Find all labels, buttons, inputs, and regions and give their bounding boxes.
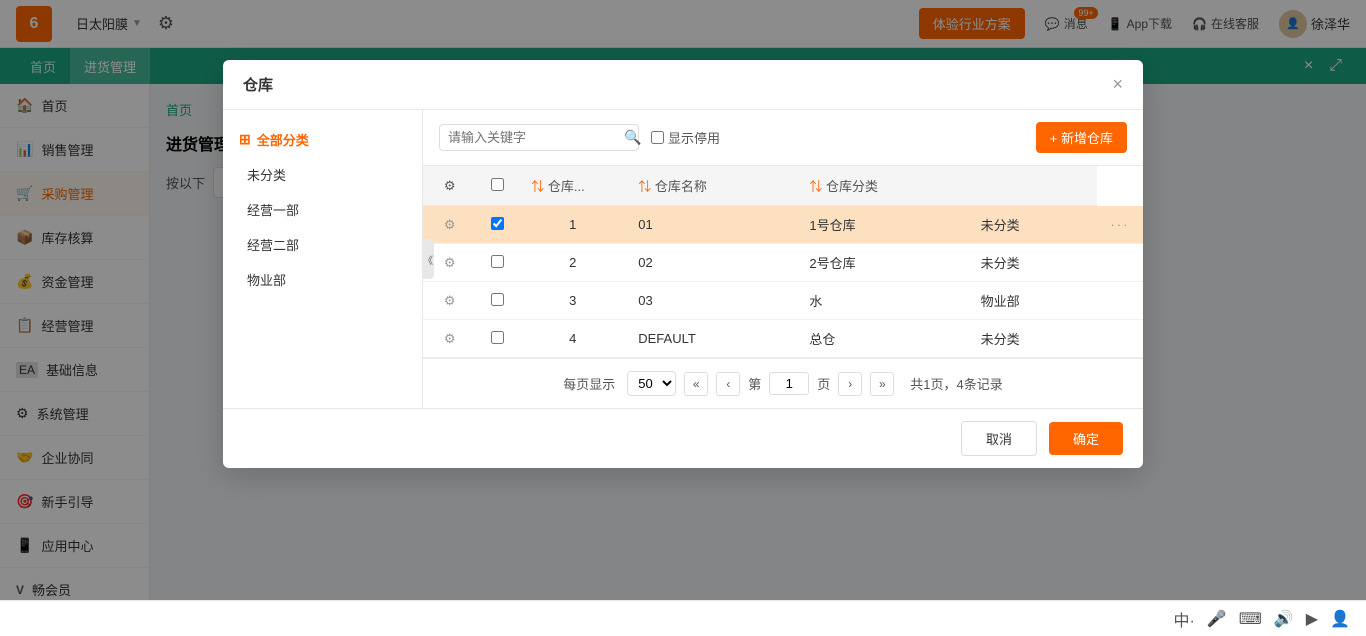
search-icon[interactable]: 🔍 [624, 129, 641, 146]
grid-icon: ⊞ [239, 131, 251, 148]
page-last-btn[interactable]: » [870, 372, 894, 396]
pagination: 每页显示 50 « ‹ 第 页 › » 共1页，4条记录 [423, 358, 1143, 408]
more-dots-icon[interactable]: ··· [1110, 217, 1129, 232]
status-icon-user[interactable]: 👤 [1330, 609, 1350, 629]
right-panel: 🔍 显示停用 + 新增仓库 ⚙ [423, 110, 1143, 408]
search-bar: 🔍 显示停用 + 新增仓库 [423, 110, 1143, 166]
search-input-wrap: 🔍 [439, 124, 639, 151]
row-category: 物业部 [969, 282, 1097, 320]
row-code: 03 [626, 282, 797, 320]
row-index: 3 [519, 282, 626, 320]
row-index: 2 [519, 244, 626, 282]
per-page-label: 每页显示 [563, 374, 615, 393]
sort-icon-cat: ⇅ [809, 179, 822, 194]
warehouse-table: ⚙ ⇅ 仓库... ⇅ [423, 166, 1143, 358]
per-page-select[interactable]: 50 [627, 371, 676, 396]
row-checkbox[interactable] [491, 331, 504, 344]
row-category: 未分类 [969, 206, 1097, 244]
gear-col-icon: ⚙ [444, 178, 456, 193]
row-checkbox[interactable] [491, 255, 504, 268]
row-checkbox[interactable] [491, 217, 504, 230]
col-header-more [969, 166, 1097, 206]
row-code: 02 [626, 244, 797, 282]
row-name: 1号仓库 [797, 206, 968, 244]
col-header-name[interactable]: ⇅ 仓库名称 [626, 166, 797, 206]
row-more-cell[interactable] [1097, 244, 1143, 282]
row-gear-icon: ⚙ [444, 331, 456, 346]
modal-backdrop: 仓库 × ⊞ 全部分类 未分类 经营一部 经营二部 [0, 0, 1366, 636]
page-label: 第 [748, 374, 761, 393]
modal-header: 仓库 × [223, 60, 1143, 110]
table-row[interactable]: ⚙ 4 DEFAULT 总仓 未分类 [423, 320, 1143, 358]
page-first-btn[interactable]: « [684, 372, 708, 396]
col-header-check [476, 166, 519, 206]
tree-item-ops2[interactable]: 经营二部 [223, 227, 422, 262]
row-more-cell[interactable]: ··· [1097, 206, 1143, 244]
row-name: 总仓 [797, 320, 968, 358]
tree-header-all[interactable]: ⊞ 全部分类 [223, 122, 422, 157]
table-row[interactable]: ⚙ 2 02 2号仓库 未分类 [423, 244, 1143, 282]
col-header-code[interactable]: ⇅ 仓库... [519, 166, 626, 206]
tree-collapse-btn[interactable]: 《 [422, 239, 434, 279]
tree-item-uncategorized[interactable]: 未分类 [223, 157, 422, 192]
sort-icon-name: ⇅ [638, 179, 651, 194]
page-prev-btn[interactable]: ‹ [716, 372, 740, 396]
status-icon-1[interactable]: 中· [1173, 607, 1194, 631]
row-gear-cell: ⚙ [423, 320, 476, 358]
sort-icon-code: ⇅ [531, 179, 544, 194]
row-check-cell [476, 282, 519, 320]
table-row[interactable]: ⚙ 1 01 1号仓库 未分类 ··· [423, 206, 1143, 244]
row-gear-icon: ⚙ [444, 293, 456, 308]
status-icon-keyboard[interactable]: ⌨ [1239, 609, 1262, 629]
confirm-btn[interactable]: 确定 [1049, 422, 1123, 455]
row-more-cell[interactable] [1097, 282, 1143, 320]
row-check-cell [476, 206, 519, 244]
row-gear-icon: ⚙ [444, 255, 456, 270]
tree-item-property[interactable]: 物业部 [223, 262, 422, 297]
row-code: 01 [626, 206, 797, 244]
cancel-btn[interactable]: 取消 [961, 421, 1037, 456]
row-category: 未分类 [969, 244, 1097, 282]
status-icon-mic[interactable]: 🎤 [1207, 609, 1227, 629]
warehouse-modal: 仓库 × ⊞ 全部分类 未分类 经营一部 经营二部 [223, 60, 1143, 468]
modal-title: 仓库 [243, 74, 273, 95]
statusbar: 中· 🎤 ⌨ 🔊 ▶ 👤 [0, 600, 1366, 636]
page-number-input[interactable] [769, 372, 809, 395]
row-check-cell [476, 244, 519, 282]
table-header-row: ⚙ ⇅ 仓库... ⇅ [423, 166, 1143, 206]
status-icon-play[interactable]: ▶ [1306, 609, 1318, 629]
page-next-btn[interactable]: › [838, 372, 862, 396]
row-index: 4 [519, 320, 626, 358]
row-check-cell [476, 320, 519, 358]
page-unit: 页 [817, 374, 830, 393]
row-checkbox[interactable] [491, 293, 504, 306]
row-index: 1 [519, 206, 626, 244]
modal-body: ⊞ 全部分类 未分类 经营一部 经营二部 物业部 《 [223, 110, 1143, 408]
row-gear-icon: ⚙ [444, 217, 456, 232]
modal-close-btn[interactable]: × [1112, 74, 1123, 95]
show-disabled-checkbox[interactable]: 显示停用 [651, 128, 720, 147]
col-header-category[interactable]: ⇅ 仓库分类 [797, 166, 968, 206]
tree-item-ops1[interactable]: 经营一部 [223, 192, 422, 227]
show-disabled-check[interactable] [651, 131, 664, 144]
col-header-gear: ⚙ [423, 166, 476, 206]
warehouse-table-wrap: ⚙ ⇅ 仓库... ⇅ [423, 166, 1143, 358]
status-icon-speaker[interactable]: 🔊 [1274, 609, 1294, 629]
row-code: DEFAULT [626, 320, 797, 358]
row-more-cell[interactable] [1097, 320, 1143, 358]
table-body: ⚙ 1 01 1号仓库 未分类 ··· ⚙ 2 02 2号仓库 未分类 ⚙ [423, 206, 1143, 358]
add-warehouse-btn[interactable]: + 新增仓库 [1036, 122, 1127, 153]
modal-footer: 取消 确定 [223, 408, 1143, 468]
row-category: 未分类 [969, 320, 1097, 358]
table-row[interactable]: ⚙ 3 03 水 物业部 [423, 282, 1143, 320]
row-gear-cell: ⚙ [423, 206, 476, 244]
row-gear-cell: ⚙ [423, 282, 476, 320]
row-name: 2号仓库 [797, 244, 968, 282]
row-name: 水 [797, 282, 968, 320]
search-input[interactable] [448, 130, 624, 145]
page-total: 共1页，4条记录 [910, 374, 1002, 393]
category-tree-panel: ⊞ 全部分类 未分类 经营一部 经营二部 物业部 《 [223, 110, 423, 408]
select-all-checkbox[interactable] [491, 178, 504, 191]
